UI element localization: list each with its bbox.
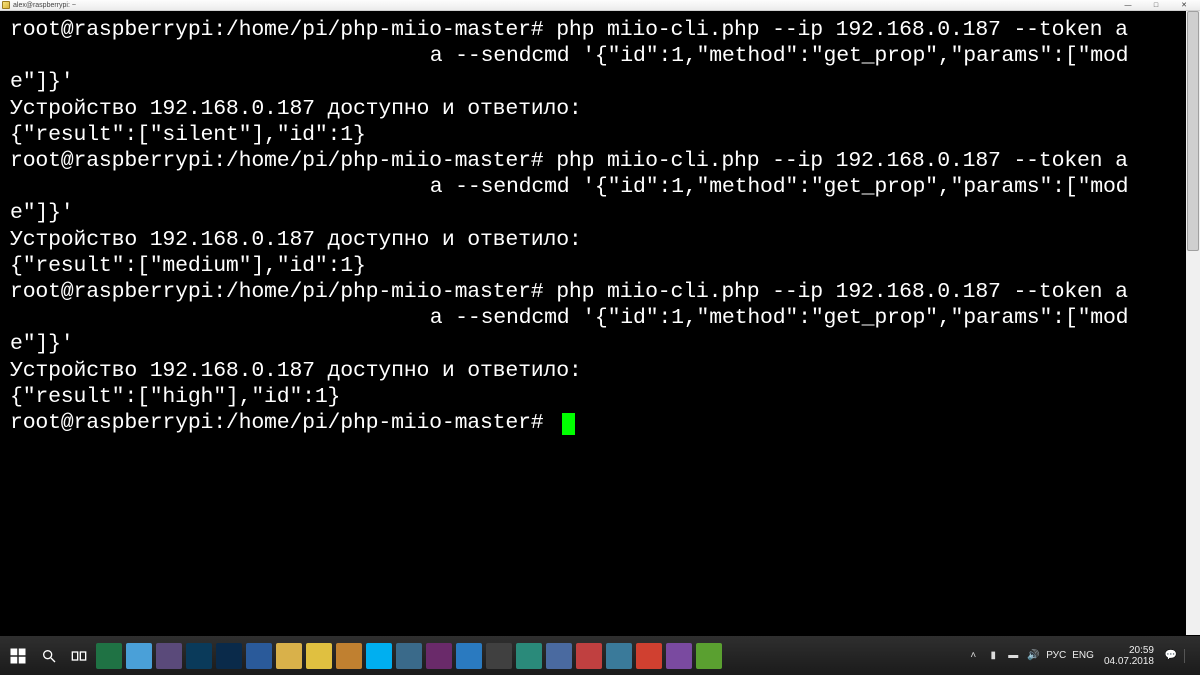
chrome-icon[interactable] <box>636 643 662 669</box>
notification-icon[interactable]: 💬 <box>1164 649 1178 663</box>
language-indicator-2[interactable]: ENG <box>1072 650 1094 661</box>
excel-icon[interactable] <box>96 643 122 669</box>
window-title: alex@raspberrypi: ~ <box>13 2 1114 9</box>
photoshop-icon[interactable] <box>216 643 242 669</box>
maximize-button[interactable]: □ <box>1142 0 1170 10</box>
terminal-line: {"result":["silent"],"id":1} <box>10 123 366 147</box>
app-icon-7[interactable] <box>606 643 632 669</box>
close-button[interactable]: ✕ <box>1170 0 1198 10</box>
clock[interactable]: 20:59 04.07.2018 <box>1100 645 1158 667</box>
app-icon-5[interactable] <box>546 643 572 669</box>
terminal-line: root@raspberrypi:/home/pi/php-miio-maste… <box>10 18 1174 94</box>
window-titlebar: alex@raspberrypi: ~ — □ ✕ <box>0 0 1200 11</box>
terminal-line: Устройство 192.168.0.187 доступно и отве… <box>10 359 582 383</box>
sticky-notes-icon[interactable] <box>306 643 332 669</box>
lightroom-icon[interactable] <box>186 643 212 669</box>
skype-icon[interactable] <box>366 643 392 669</box>
terminal-output[interactable]: root@raspberrypi:/home/pi/php-miio-maste… <box>0 11 1186 635</box>
minimize-button[interactable]: — <box>1114 0 1142 10</box>
viber-icon[interactable] <box>666 643 692 669</box>
putty-icon <box>2 1 10 9</box>
tray-volume-icon[interactable]: 🔊 <box>1026 649 1040 663</box>
app-icon-3[interactable] <box>486 643 512 669</box>
terminal-line: root@raspberrypi:/home/pi/php-miio-maste… <box>10 411 556 435</box>
search-icon[interactable] <box>36 643 62 669</box>
putty-icon[interactable] <box>396 643 422 669</box>
app-icon-4[interactable] <box>516 643 542 669</box>
tray-chevron-icon[interactable]: ˄ <box>966 649 980 663</box>
app-icon-6[interactable] <box>576 643 602 669</box>
start-button[interactable] <box>4 643 32 669</box>
terminal-line: {"result":["high"],"id":1} <box>10 385 340 409</box>
app-icon-1[interactable] <box>156 643 182 669</box>
tray-network-icon[interactable]: ▬ <box>1006 649 1020 663</box>
task-view-icon[interactable] <box>66 643 92 669</box>
scrollbar[interactable] <box>1186 11 1200 635</box>
media-player-icon[interactable] <box>426 643 452 669</box>
show-desktop[interactable] <box>1184 649 1190 663</box>
language-indicator[interactable]: РУС <box>1046 650 1066 661</box>
terminal-line: {"result":["medium"],"id":1} <box>10 254 366 278</box>
terminal-cursor <box>562 413 575 435</box>
tray-battery-icon[interactable]: ▮ <box>986 649 1000 663</box>
terminal-line: root@raspberrypi:/home/pi/php-miio-maste… <box>10 280 1174 356</box>
utorrent-icon[interactable] <box>696 643 722 669</box>
app-icon-2[interactable] <box>336 643 362 669</box>
word-icon[interactable] <box>246 643 272 669</box>
notepad-icon[interactable] <box>126 643 152 669</box>
taskbar: ˄ ▮ ▬ 🔊 РУС ENG 20:59 04.07.2018 💬 <box>0 635 1200 675</box>
ie-icon[interactable] <box>456 643 482 669</box>
file-explorer-icon[interactable] <box>276 643 302 669</box>
terminal-line: Устройство 192.168.0.187 доступно и отве… <box>10 97 582 121</box>
terminal-line: root@raspberrypi:/home/pi/php-miio-maste… <box>10 149 1174 225</box>
terminal-window: root@raspberrypi:/home/pi/php-miio-maste… <box>0 11 1200 635</box>
system-tray: ˄ ▮ ▬ 🔊 РУС ENG 20:59 04.07.2018 💬 <box>966 645 1196 667</box>
scrollbar-thumb[interactable] <box>1187 11 1199 251</box>
terminal-line: Устройство 192.168.0.187 доступно и отве… <box>10 228 582 252</box>
